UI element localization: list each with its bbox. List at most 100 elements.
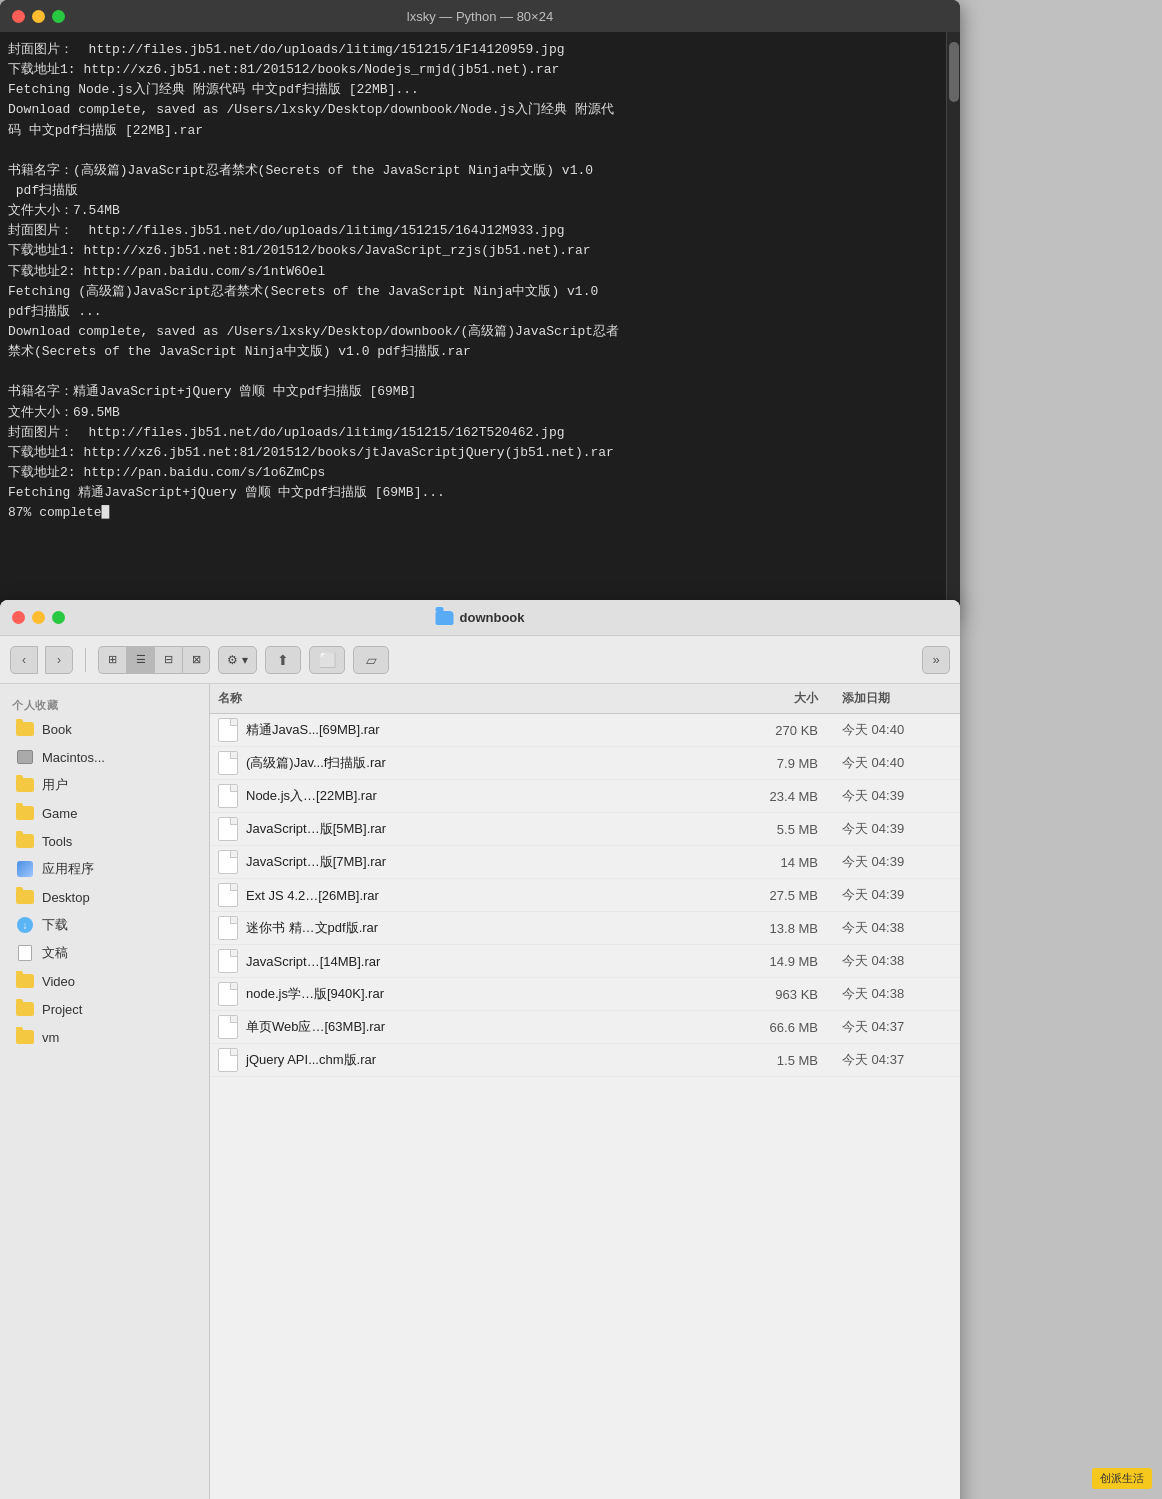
sidebar-item-Tools[interactable]: Tools: [4, 827, 205, 855]
sidebar-item-Macintos...[interactable]: Macintos...: [4, 743, 205, 771]
sidebar-item-Book[interactable]: Book: [4, 715, 205, 743]
finder-folder-icon: [436, 611, 454, 625]
file-icon: [218, 751, 238, 775]
sidebar-item-vm[interactable]: vm: [4, 1023, 205, 1051]
sidebar-item-Desktop[interactable]: Desktop: [4, 883, 205, 911]
finder-maximize-button[interactable]: [52, 611, 65, 624]
toolbar-separator-1: [85, 648, 86, 672]
table-row[interactable]: JavaScript…版[5MB].rar 5.5 MB 今天 04:39: [210, 813, 960, 846]
file-name: JavaScript…[14MB].rar: [246, 954, 380, 969]
sidebar-item-label: Desktop: [42, 890, 90, 905]
file-size: 66.6 MB: [730, 1018, 830, 1037]
back-button[interactable]: ‹: [10, 646, 38, 674]
sidebar-item-文稿[interactable]: 文稿: [4, 939, 205, 967]
terminal-scrollbar-thumb: [949, 42, 959, 102]
table-row[interactable]: (高级篇)Jav...f扫描版.rar 7.9 MB 今天 04:40: [210, 747, 960, 780]
file-date: 今天 04:40: [830, 719, 960, 741]
file-icon: [218, 1048, 238, 1072]
col-size-header: 大小: [730, 688, 830, 709]
file-name-cell: JavaScript…版[5MB].rar: [210, 815, 730, 843]
cover-flow-button[interactable]: ⊠: [182, 646, 210, 674]
terminal-window: lxsky — Python — 80×24 封面图片： http://file…: [0, 0, 960, 612]
more-button[interactable]: »: [922, 646, 950, 674]
file-date: 今天 04:38: [830, 950, 960, 972]
app-icon: [16, 860, 34, 878]
download-icon: ↓: [16, 916, 34, 934]
table-row[interactable]: Node.js入…[22MB].rar 23.4 MB 今天 04:39: [210, 780, 960, 813]
terminal-title: lxsky — Python — 80×24: [407, 9, 553, 24]
sidebar-item-label: Macintos...: [42, 750, 105, 765]
tag-button[interactable]: ▱: [353, 646, 389, 674]
doc-icon: [16, 944, 34, 962]
folder-icon: [16, 832, 34, 850]
arrange-icon: ⚙: [227, 653, 238, 667]
watermark: 创派生活: [1092, 1468, 1152, 1489]
table-row[interactable]: JavaScript…[14MB].rar 14.9 MB 今天 04:38: [210, 945, 960, 978]
sidebar-item-label: Video: [42, 974, 75, 989]
file-name-cell: node.js学…版[940K].rar: [210, 980, 730, 1008]
file-name: 单页Web应…[63MB].rar: [246, 1018, 385, 1036]
terminal-scrollbar[interactable]: [946, 32, 960, 612]
file-icon: [218, 949, 238, 973]
file-icon: [218, 784, 238, 808]
file-size: 270 KB: [730, 721, 830, 740]
file-size: 13.8 MB: [730, 919, 830, 938]
col-date-header: 添加日期: [830, 688, 960, 709]
file-name-cell: 单页Web应…[63MB].rar: [210, 1013, 730, 1041]
share-button[interactable]: ⬆: [265, 646, 301, 674]
minimize-button[interactable]: [32, 10, 45, 23]
arrange-dropdown[interactable]: ⚙ ▾: [218, 646, 257, 674]
file-name: 精通JavaS...[69MB].rar: [246, 721, 380, 739]
file-icon: [218, 1015, 238, 1039]
new-folder-button[interactable]: ⬜: [309, 646, 345, 674]
sidebar-item-label: vm: [42, 1030, 59, 1045]
sidebar-item-label: Book: [42, 722, 72, 737]
sidebar-item-Video[interactable]: Video: [4, 967, 205, 995]
hdd-icon: [16, 748, 34, 766]
table-row[interactable]: jQuery API...chm版.rar 1.5 MB 今天 04:37: [210, 1044, 960, 1077]
finder-close-button[interactable]: [12, 611, 25, 624]
file-size: 23.4 MB: [730, 787, 830, 806]
forward-button[interactable]: ›: [45, 646, 73, 674]
table-row[interactable]: JavaScript…版[7MB].rar 14 MB 今天 04:39: [210, 846, 960, 879]
sidebar-item-用户[interactable]: 用户: [4, 771, 205, 799]
file-icon: [218, 916, 238, 940]
table-row[interactable]: 单页Web应…[63MB].rar 66.6 MB 今天 04:37: [210, 1011, 960, 1044]
sidebar-item-label: 应用程序: [42, 860, 94, 878]
file-icon: [218, 817, 238, 841]
file-name-cell: JavaScript…[14MB].rar: [210, 947, 730, 975]
sidebar-item-label: Project: [42, 1002, 82, 1017]
table-row[interactable]: Ext JS 4.2…[26MB].rar 27.5 MB 今天 04:39: [210, 879, 960, 912]
icon-view-button[interactable]: ⊞: [98, 646, 126, 674]
table-row[interactable]: 精通JavaS...[69MB].rar 270 KB 今天 04:40: [210, 714, 960, 747]
terminal-titlebar: lxsky — Python — 80×24: [0, 0, 960, 32]
list-view-button[interactable]: ☰: [126, 646, 154, 674]
sidebar-item-应用程序[interactable]: 应用程序: [4, 855, 205, 883]
file-name: JavaScript…版[5MB].rar: [246, 820, 386, 838]
finder-content: 个人收藏 Book Macintos... 用户 Game Tools 应用程序 Deskt…: [0, 684, 960, 1499]
file-date: 今天 04:40: [830, 752, 960, 774]
maximize-button[interactable]: [52, 10, 65, 23]
table-row[interactable]: 迷你书 精…文pdf版.rar 13.8 MB 今天 04:38: [210, 912, 960, 945]
sidebar-item-下载[interactable]: ↓ 下载: [4, 911, 205, 939]
sidebar-item-label: 用户: [42, 776, 68, 794]
finder-toolbar: ‹ › ⊞ ☰ ⊟ ⊠ ⚙ ▾ ⬆ ⬜ ▱ »: [0, 636, 960, 684]
table-row[interactable]: node.js学…版[940K].rar 963 KB 今天 04:38: [210, 978, 960, 1011]
close-button[interactable]: [12, 10, 25, 23]
sidebar-item-Game[interactable]: Game: [4, 799, 205, 827]
folder-icon: [16, 1000, 34, 1018]
terminal-body[interactable]: 封面图片： http://files.jb51.net/do/uploads/l…: [0, 32, 960, 612]
traffic-lights: [12, 10, 65, 23]
file-name-cell: jQuery API...chm版.rar: [210, 1046, 730, 1074]
file-date: 今天 04:39: [830, 785, 960, 807]
sidebar-item-label: Game: [42, 806, 77, 821]
file-name: (高级篇)Jav...f扫描版.rar: [246, 754, 386, 772]
file-name-cell: Ext JS 4.2…[26MB].rar: [210, 881, 730, 909]
file-icon: [218, 850, 238, 874]
sidebar-item-Project[interactable]: Project: [4, 995, 205, 1023]
finder-minimize-button[interactable]: [32, 611, 45, 624]
file-icon: [218, 883, 238, 907]
column-view-button[interactable]: ⊟: [154, 646, 182, 674]
sidebar-section-label: 个人收藏: [0, 692, 209, 715]
sidebar-item-label: 下载: [42, 916, 68, 934]
